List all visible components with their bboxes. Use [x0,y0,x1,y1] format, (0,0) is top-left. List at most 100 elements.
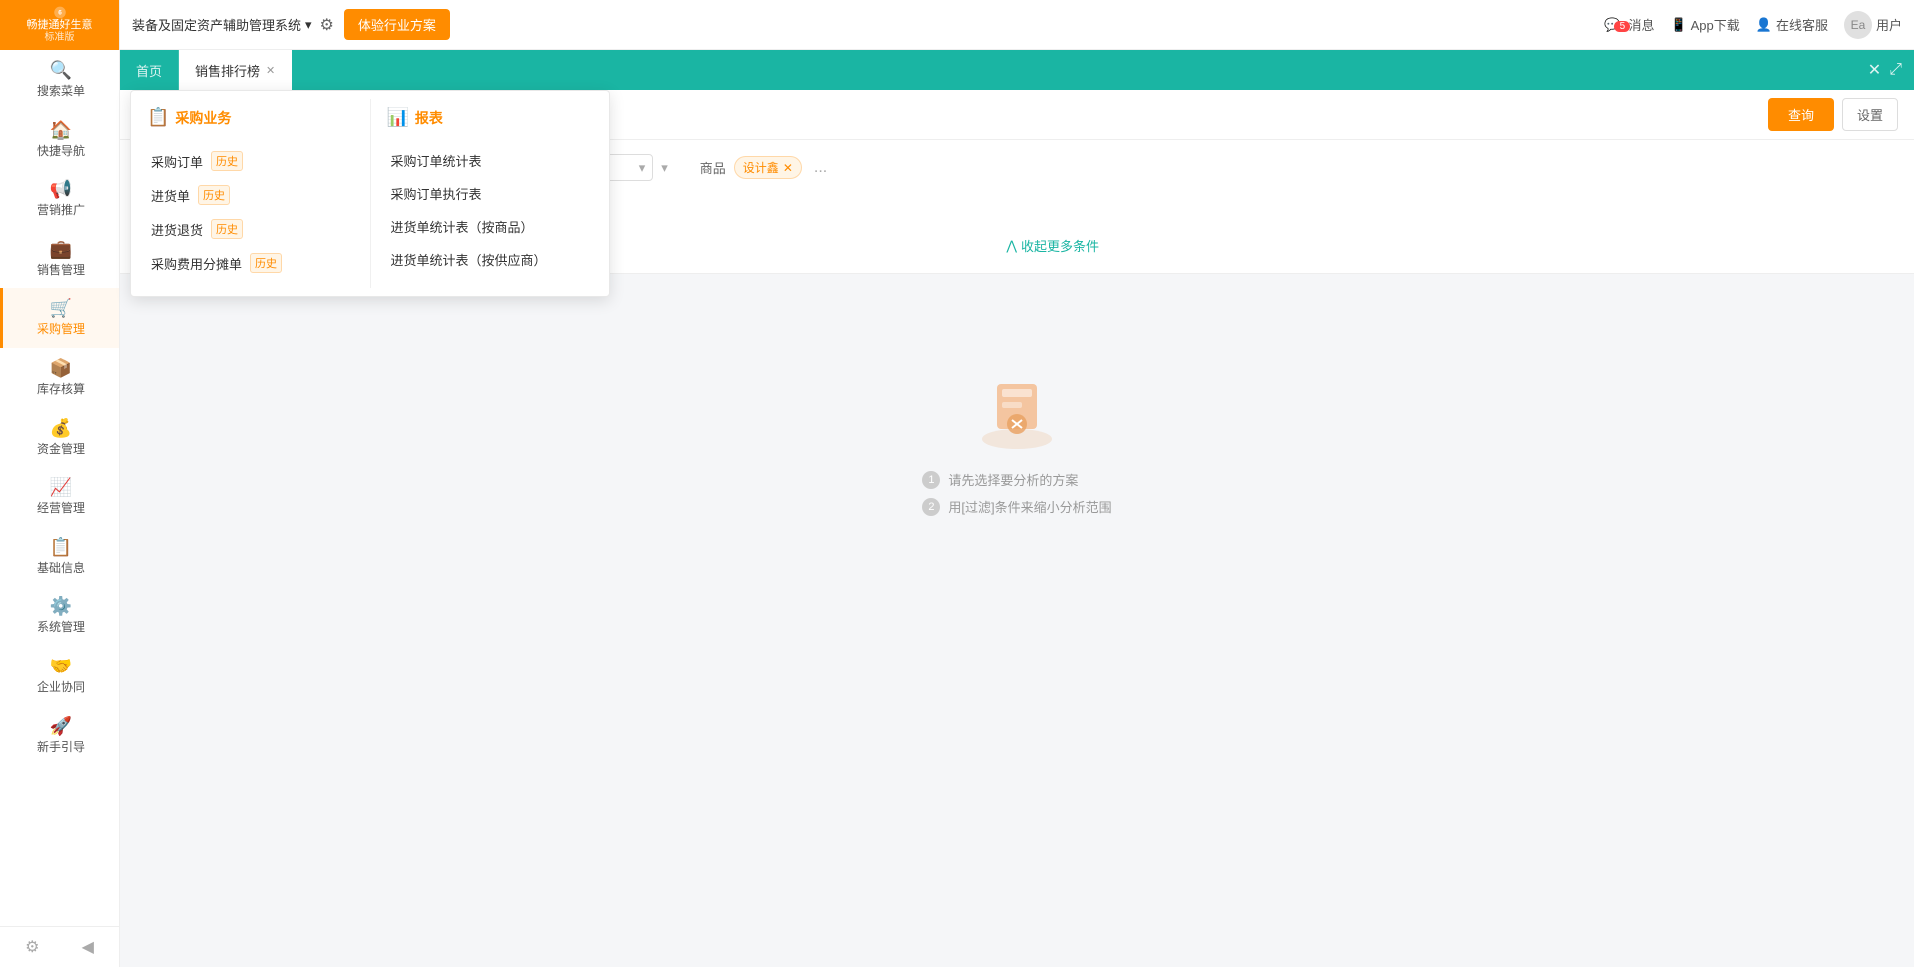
collapse-label: 收起更多条件 [1021,236,1099,255]
dropdown-menu: 📋 采购业务 采购订单历史进货单历史进货退货历史采购费用分摊单历史 📊 报表 采… [130,90,610,297]
dropdown-col-report: 📊 报表 采购订单统计表采购订单执行表进货单统计表（按商品） 进货单统计表（按供应… [370,99,610,288]
goods-ellipsis-btn[interactable]: ... [810,159,831,177]
sidebar-item-search[interactable]: 🔍 搜索菜单 [0,50,119,110]
sidebar-icon-purchase: 🛒 [50,298,72,319]
topbar: 装备及固定资产辅助管理系统 ▾ ⚙ 体验行业方案 💬 5 消息 📱 App下载 … [120,0,1914,50]
dropdown-item-进货单[interactable]: 进货单历史 [147,178,354,212]
sidebar-icon-enterprise: 🤝 [50,656,72,677]
settings-btn[interactable]: 设置 [1842,98,1898,131]
dropdown-item-label: 进货单统计表（按商品） [391,217,534,236]
sidebar-item-purchase[interactable]: 🛒 采购管理 [0,288,119,348]
tab-home[interactable]: 首页 [120,50,179,90]
industry-btn[interactable]: 体验行业方案 [344,9,450,40]
tab-sales-rank-label: 销售排行榜 [195,61,260,80]
sidebar-icon-basic: 📋 [50,537,72,558]
sidebar-icon-finance: 💰 [50,418,72,439]
dropdown-item-label: 采购订单 [151,152,203,171]
user-avatar: Ea [1844,11,1872,39]
tabbar-right: ✕ ⤢ [1868,60,1914,80]
tabbar: 首页 销售排行榜 ✕ ✕ ⤢ [120,50,1914,90]
empty-illustration [967,364,1067,454]
empty-state: 1 请先选择要分析的方案 2 用[过滤]条件来缩小分析范围 [130,284,1904,596]
sidebar-label-basic: 基础信息 [37,561,85,577]
mobile-icon: 📱 [1670,17,1686,33]
app-download-label: App下载 [1691,15,1740,34]
sidebar-icon-sales: 💼 [50,239,72,260]
settings-bottom-icon[interactable]: ⚙ [25,937,39,957]
sidebar-item-enterprise[interactable]: 🤝 企业协同 [0,646,119,706]
sidebar-label-newbie: 新手引导 [37,740,85,756]
collapse-sidebar-icon[interactable]: ◀ [82,937,94,957]
dropdown-item-label: 采购订单执行表 [391,184,482,203]
tab-close-icon[interactable]: ✕ [266,64,275,77]
goods-tag: 设计鑫 ✕ [734,156,802,179]
query-btn[interactable]: 查询 [1768,98,1834,131]
goods-tag-remove[interactable]: ✕ [783,161,793,175]
sidebar-label-finance: 资金管理 [37,442,85,458]
sidebar-icon-quicknav: 🏠 [50,120,72,141]
dropdown-item-进货单统计表（按商品）[interactable]: 进货单统计表（按商品） [387,210,594,243]
dropdown-item-label: 采购费用分摊单 [151,254,242,273]
empty-tip-2: 2 用[过滤]条件来缩小分析范围 [922,497,1111,516]
empty-tip-1: 1 请先选择要分析的方案 [922,470,1111,489]
collapse-icon: ⋀ [1006,238,1017,254]
sidebar-item-finance[interactable]: 💰 资金管理 [0,408,119,468]
dropdown-item-label: 采购订单统计表 [391,151,482,170]
dropdown-item-进货退货[interactable]: 进货退货历史 [147,212,354,246]
goods-label: 商品 [700,158,726,177]
sidebar-item-operation[interactable]: 📈 经营管理 [0,467,119,527]
sidebar: 6 畅捷通好生意 标准版 🔍 搜索菜单 🏠 快捷导航 📢 营销推广 💼 销售管理… [0,0,120,967]
sidebar-item-inventory[interactable]: 📦 库存核算 [0,348,119,408]
empty-tips: 1 请先选择要分析的方案 2 用[过滤]条件来缩小分析范围 [922,470,1111,516]
dropdown-item-采购订单统计表[interactable]: 采购订单统计表 [387,144,594,177]
collapse-btn[interactable]: ⋀ 收起更多条件 [994,230,1111,261]
maximize-window-icon[interactable]: ⤢ [1889,61,1902,79]
sidebar-icon-search: 🔍 [50,60,72,81]
doc-status-arrow: ▾ [661,160,668,176]
history-tag: 历史 [250,253,282,273]
dropdown-item-label: 进货单 [151,186,190,205]
online-service-item[interactable]: 👤 在线客服 [1756,15,1828,34]
message-item[interactable]: 💬 5 消息 [1604,15,1654,34]
sidebar-item-quicknav[interactable]: 🏠 快捷导航 [0,110,119,170]
sidebar-item-newbie[interactable]: 🚀 新手引导 [0,706,119,766]
tip-num-2: 2 [922,498,940,516]
dropdown-header-report: 📊 报表 [387,107,594,132]
topbar-title-area: 装备及固定资产辅助管理系统 ▾ ⚙ [132,15,334,35]
user-item[interactable]: Ea 用户 [1844,11,1902,39]
sidebar-item-sales[interactable]: 💼 销售管理 [0,229,119,289]
sidebar-item-basic[interactable]: 📋 基础信息 [0,527,119,587]
dropdown-item-采购订单[interactable]: 采购订单历史 [147,144,354,178]
sidebar-item-system[interactable]: ⚙️ 系统管理 [0,586,119,646]
system-title-dropdown[interactable]: 装备及固定资产辅助管理系统 ▾ [132,15,312,34]
dropdown-item-采购费用分摊单[interactable]: 采购费用分摊单历史 [147,246,354,280]
purchase-header-icon: 📋 [147,107,169,128]
report-header-icon: 📊 [387,107,409,128]
sidebar-bottom: ⚙ ◀ [0,926,119,967]
dropdown-item-label: 进货退货 [151,220,203,239]
dropdown-item-采购订单执行表[interactable]: 采购订单执行表 [387,177,594,210]
topbar-right: 💬 5 消息 📱 App下载 👤 在线客服 Ea 用户 [1604,11,1902,39]
sidebar-item-marketing[interactable]: 📢 营销推广 [0,169,119,229]
history-tag: 历史 [211,151,243,171]
sidebar-icon-system: ⚙️ [50,596,72,617]
topbar-settings-icon[interactable]: ⚙ [320,15,334,35]
message-badge: 5 [1614,21,1630,32]
dropdown-header-purchase: 📋 采购业务 [147,107,354,132]
app-download-item[interactable]: 📱 App下载 [1670,15,1739,34]
report-header-label: 报表 [415,108,443,128]
dropdown-item-label: 进货单统计表（按供应商） [391,250,547,269]
online-service-label: 在线客服 [1776,15,1828,34]
close-window-icon[interactable]: ✕ [1868,60,1881,80]
dropdown-col-purchase: 📋 采购业务 采购订单历史进货单历史进货退货历史采购费用分摊单历史 [131,99,370,288]
history-tag: 历史 [211,219,243,239]
sidebar-label-marketing: 营销推广 [37,203,85,219]
sidebar-label-purchase: 采购管理 [37,322,85,338]
dropdown-item-进货单统计表（按供应商）[interactable]: 进货单统计表（按供应商） [387,243,594,276]
content-bg: 1 请先选择要分析的方案 2 用[过滤]条件来缩小分析范围 [120,274,1914,967]
message-label: 消息 [1628,15,1654,34]
sidebar-label-sales: 销售管理 [37,263,85,279]
tip-text-2: 用[过滤]条件来缩小分析范围 [948,497,1111,516]
tab-sales-rank[interactable]: 销售排行榜 ✕ [179,50,292,90]
sidebar-label-inventory: 库存核算 [37,382,85,398]
